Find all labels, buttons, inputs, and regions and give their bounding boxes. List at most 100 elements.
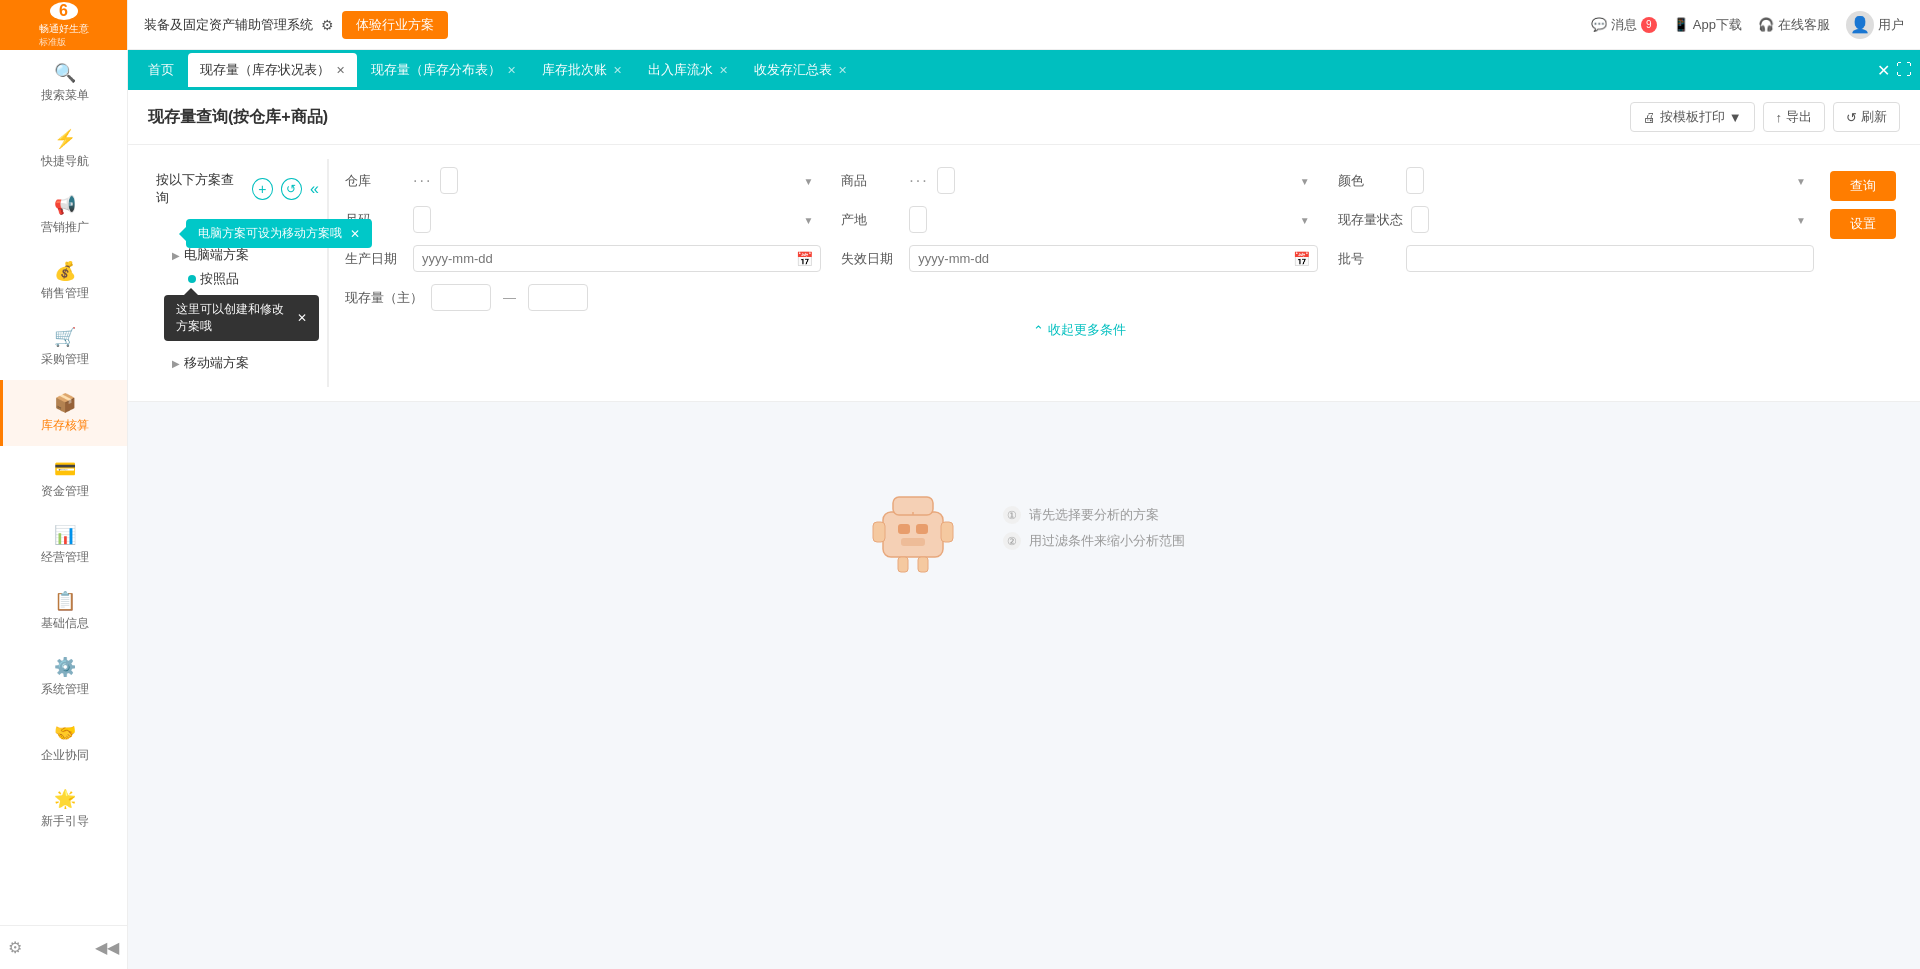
search-reset-group: 查询 设置 <box>1830 159 1900 387</box>
refresh-button[interactable]: ↺ 刷新 <box>1833 102 1900 132</box>
production-date-input[interactable] <box>413 245 821 272</box>
sidebar-item-management[interactable]: 📊 经营管理 <box>0 512 127 578</box>
tab-close-icon[interactable]: ✕ <box>838 64 847 77</box>
refresh-plan-button[interactable]: ↺ <box>281 178 302 200</box>
sidebar-item-marketing[interactable]: 📢 营销推广 <box>0 182 127 248</box>
warehouse-dots[interactable]: ··· <box>413 172 432 190</box>
sidebar-item-nav[interactable]: ⚡ 快捷导航 <box>0 116 127 182</box>
size-select[interactable] <box>413 206 431 233</box>
collapse-up-icon: ⌃ <box>1033 323 1044 338</box>
filter-header: 按以下方案查询 + ↺ « <box>156 171 319 207</box>
goods-dots[interactable]: ··· <box>909 172 928 190</box>
tab-close-icon[interactable]: ✕ <box>507 64 516 77</box>
tabbar: 首页 现存量（库存状况表） ✕ 现存量（库存分布表） ✕ 库存批次账 ✕ 出入库… <box>128 50 1920 90</box>
tab-summary[interactable]: 收发存汇总表 ✕ <box>742 53 859 87</box>
messages-item[interactable]: 💬 消息 9 <box>1591 16 1657 34</box>
card-icon: 💳 <box>54 458 76 480</box>
sidebar-item-basic[interactable]: 📋 基础信息 <box>0 578 127 644</box>
tab-maximize-icon[interactable]: ⛶ <box>1896 61 1912 80</box>
page-actions: 🖨 按模板打印 ▼ ↑ 导出 ↺ 刷新 <box>1630 102 1900 132</box>
tab-close-all-icon[interactable]: ✕ <box>1877 61 1890 80</box>
tooltip2-close[interactable]: ✕ <box>297 311 307 325</box>
tab-batch-account[interactable]: 库存批次账 ✕ <box>530 53 634 87</box>
step-2-num: ② <box>1003 532 1021 550</box>
plan-tree-panel: 按以下方案查询 + ↺ « 电脑方案可设为移动方案哦 ✕ <box>148 159 328 387</box>
plan-item-by-goods[interactable]: 按照品 <box>180 267 319 291</box>
warehouse-select[interactable] <box>440 167 458 194</box>
print-button[interactable]: 🖨 按模板打印 ▼ <box>1630 102 1755 132</box>
clipboard-icon: 📋 <box>54 590 76 612</box>
stock-status-select[interactable] <box>1411 206 1429 233</box>
goods-label: 商品 <box>841 172 901 190</box>
tab-close-icon[interactable]: ✕ <box>613 64 622 77</box>
color-select[interactable] <box>1406 167 1424 194</box>
settings-icon[interactable]: ⚙ <box>8 938 22 957</box>
logo-text: 畅通好生意 标准版 <box>39 22 89 49</box>
add-plan-button[interactable]: + <box>252 178 273 200</box>
filter-row-warehouse: 仓库 ··· <box>345 167 821 194</box>
empty-step-1: ① 请先选择要分析的方案 <box>1003 506 1185 524</box>
plan-desktop-label: 电脑端方案 <box>184 246 249 264</box>
expiry-date-calendar-icon[interactable]: 📅 <box>1293 251 1310 267</box>
goods-select[interactable] <box>937 167 955 194</box>
reset-button[interactable]: 设置 <box>1830 209 1896 239</box>
sidebar-item-purchase[interactable]: 🛒 采购管理 <box>0 314 127 380</box>
user-avatar[interactable]: 👤 用户 <box>1846 11 1904 39</box>
tab-inventory-status[interactable]: 现存量（库存状况表） ✕ <box>188 53 357 87</box>
filter-row-stock-status: 现存量状态 <box>1338 206 1814 233</box>
batch-input[interactable] <box>1406 245 1814 272</box>
sidebar-item-inventory[interactable]: 📦 库存核算 <box>0 380 127 446</box>
tab-inventory-distribution[interactable]: 现存量（库存分布表） ✕ <box>359 53 528 87</box>
back-plan-button[interactable]: « <box>310 180 319 198</box>
industry-plan-button[interactable]: 体验行业方案 <box>342 11 448 39</box>
content-area: 现存量查询(按仓库+商品) 🖨 按模板打印 ▼ ↑ 导出 ↺ 刷新 <box>128 90 1920 969</box>
stock-main-input[interactable] <box>431 284 491 311</box>
app-download-item[interactable]: 📱 App下载 <box>1673 16 1742 34</box>
online-support-item[interactable]: 🎧 在线客服 <box>1758 16 1830 34</box>
plan-desktop-children: 按照品 <box>180 267 319 291</box>
sidebar-item-cooperation[interactable]: 🤝 企业协同 <box>0 710 127 776</box>
collapse-icon[interactable]: ◀◀ <box>95 938 119 957</box>
page-title: 现存量查询(按仓库+商品) <box>148 107 328 128</box>
color-select-wrap <box>1406 167 1814 194</box>
plan-item-mobile[interactable]: ▶ 移动端方案 <box>164 351 319 375</box>
filter-row-goods: 商品 ··· <box>841 167 1317 194</box>
sidebar-item-search[interactable]: 🔍 搜索菜单 <box>0 50 127 116</box>
tab-inout-flow[interactable]: 出入库流水 ✕ <box>636 53 740 87</box>
phone-icon: 📱 <box>1673 17 1689 32</box>
sidebar-item-guide[interactable]: 🌟 新手引导 <box>0 776 127 842</box>
filter-row-production-date: 生产日期 📅 <box>345 245 821 272</box>
production-date-wrap: 📅 <box>413 245 821 272</box>
origin-select[interactable] <box>909 206 927 233</box>
plan-mobile-label: 移动端方案 <box>184 354 249 372</box>
plan-tree: ▶ 电脑端方案 按照品 这里可以创建和修改方案哦 <box>164 243 319 375</box>
sidebar-item-sales[interactable]: 💰 销售管理 <box>0 248 127 314</box>
chart-icon: 📊 <box>54 524 76 546</box>
plan-dot-icon <box>188 275 196 283</box>
export-button[interactable]: ↑ 导出 <box>1763 102 1826 132</box>
filter-row-size: 尺码 <box>345 206 821 233</box>
svg-rect-2 <box>916 524 928 534</box>
production-date-calendar-icon[interactable]: 📅 <box>796 251 813 267</box>
warehouse-select-wrap <box>440 167 821 194</box>
expiry-date-input[interactable] <box>909 245 1317 272</box>
settings-gear-icon[interactable]: ⚙ <box>321 17 334 33</box>
cart-icon: 🛒 <box>54 326 76 348</box>
plan-by-goods-label: 按照品 <box>200 270 239 288</box>
collapse-label: 收起更多条件 <box>1048 321 1126 339</box>
color-label: 颜色 <box>1338 172 1398 190</box>
sidebar-item-finance[interactable]: 💳 资金管理 <box>0 446 127 512</box>
empty-illustration <box>863 482 963 582</box>
tab-close-icon[interactable]: ✕ <box>336 64 345 77</box>
collapse-row[interactable]: ⌃ 收起更多条件 <box>345 311 1814 343</box>
search-button[interactable]: 查询 <box>1830 171 1896 201</box>
tooltip1-close[interactable]: ✕ <box>350 227 360 241</box>
step-1-text: 请先选择要分析的方案 <box>1029 506 1159 524</box>
svg-rect-9 <box>901 538 925 546</box>
topbar-right: 💬 消息 9 📱 App下载 🎧 在线客服 👤 用户 <box>1591 11 1904 39</box>
tab-close-icon[interactable]: ✕ <box>719 64 728 77</box>
sidebar-item-system[interactable]: ⚙️ 系统管理 <box>0 644 127 710</box>
tooltip-edit: 这里可以创建和修改方案哦 ✕ <box>164 295 319 341</box>
tab-home[interactable]: 首页 <box>136 55 186 85</box>
stock-main-input2[interactable] <box>528 284 588 311</box>
